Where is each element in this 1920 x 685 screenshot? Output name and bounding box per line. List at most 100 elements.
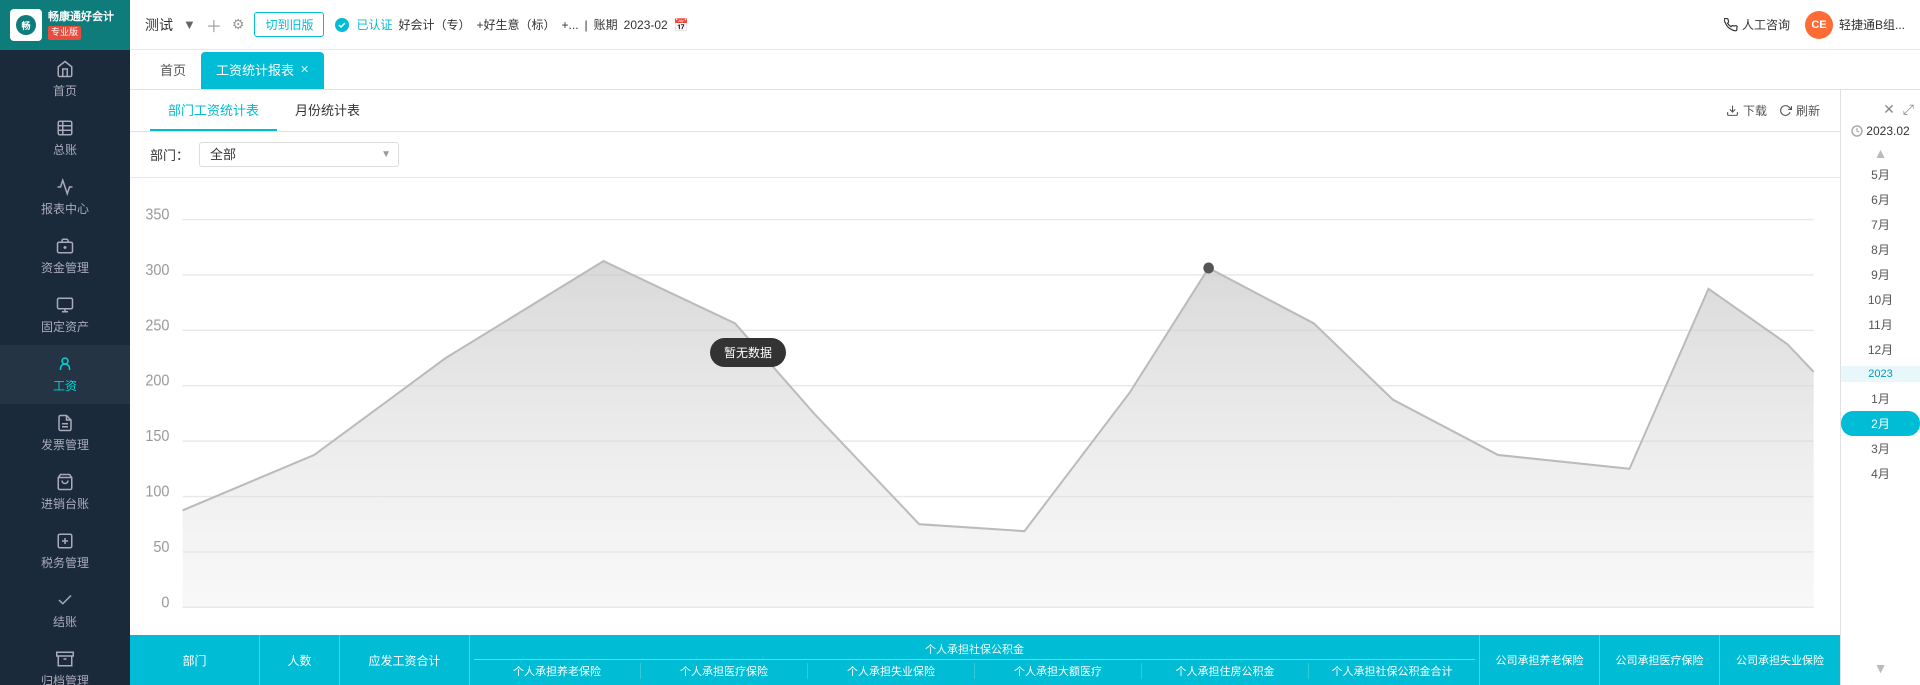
tabbar: 首页 工资统计报表 ✕: [130, 50, 1920, 90]
svg-text:350: 350: [145, 207, 169, 223]
svg-text:200: 200: [145, 373, 169, 389]
sub-tabs: 部门工资统计表 月份统计表: [150, 90, 378, 131]
funds-icon: [56, 237, 74, 255]
sub-tab-monthly[interactable]: 月份统计表: [277, 90, 378, 131]
year-nav-up-btn[interactable]: ▲: [1841, 144, 1920, 162]
topbar-right: 人工咨询 CE 轻捷通B组...: [1724, 11, 1905, 39]
month-item-mar-2023[interactable]: 3月: [1841, 436, 1920, 461]
th-personal-group-label: 个人承担社保公积金: [474, 641, 1475, 660]
dept-filter-label: 部门：: [150, 145, 189, 164]
sidebar-item-home[interactable]: 首页: [0, 50, 130, 109]
svg-text:畅: 畅: [21, 20, 30, 31]
help-btn[interactable]: 人工咨询: [1724, 16, 1790, 33]
dept-select-wrap: 全部 研发部 销售部 财务部 行政部: [199, 142, 399, 167]
sidebar-item-ledger[interactable]: 总账: [0, 109, 130, 168]
year-nav-down-btn[interactable]: ▼: [1841, 659, 1920, 677]
sidebar-item-tax[interactable]: 税务管理: [0, 522, 130, 581]
month-item-may-2022[interactable]: 5月: [1841, 162, 1920, 187]
year-2023-section[interactable]: 2023: [1841, 366, 1920, 382]
sidebar-item-salary[interactable]: 工资: [0, 345, 130, 404]
th-personal-col-4: 个人承担住房公积金: [1142, 663, 1309, 679]
refresh-icon: [1779, 104, 1792, 117]
sidebar-item-archive[interactable]: 归档管理: [0, 640, 130, 685]
sidebar-item-purchase[interactable]: 进销台账: [0, 463, 130, 522]
month-item-feb-2023[interactable]: 2月: [1841, 411, 1920, 436]
sub-tabbar: 部门工资统计表 月份统计表 下载 刷新: [130, 90, 1840, 132]
month-item-dec-2022[interactable]: 12月: [1841, 337, 1920, 362]
content-main: 部门工资统计表 月份统计表 下载 刷新 部门：: [130, 90, 1840, 685]
logo-badge: 专业版: [48, 24, 114, 40]
month-item-nov-2022[interactable]: 11月: [1841, 312, 1920, 337]
ledger-icon: [56, 119, 74, 137]
month-item-oct-2022[interactable]: 10月: [1841, 287, 1920, 312]
th-company-col-0: 公司承担养老保险: [1480, 635, 1600, 685]
th-dept: 部门: [130, 635, 260, 685]
month-item-jan-2023[interactable]: 1月: [1841, 386, 1920, 411]
sidebar-item-funds[interactable]: 资金管理: [0, 227, 130, 286]
home-icon: [56, 60, 74, 78]
invoice-icon: [56, 414, 74, 432]
tab-close-icon[interactable]: ✕: [300, 63, 309, 76]
month-item-aug-2022[interactable]: 8月: [1841, 237, 1920, 262]
project-title: 测试: [145, 15, 173, 35]
month-item-apr-2023[interactable]: 4月: [1841, 461, 1920, 486]
month-item-sep-2022[interactable]: 9月: [1841, 262, 1920, 287]
close-accounts-icon: [56, 591, 74, 609]
content-with-panel: 部门工资统计表 月份统计表 下载 刷新 部门：: [130, 90, 1920, 685]
reports-icon: [56, 178, 74, 196]
current-date-display: 2023.02: [1851, 124, 1909, 138]
assets-icon: [56, 296, 74, 314]
th-headcount: 人数: [260, 635, 340, 685]
expand-panel-btn[interactable]: ⤢: [1903, 102, 1914, 116]
sub-tab-dept[interactable]: 部门工资统计表: [150, 90, 277, 131]
th-personal-col-2: 个人承担失业保险: [808, 663, 975, 679]
sidebar: 畅 畅康通好会计 专业版 首页 总账 报表中心 资金管理: [0, 0, 130, 685]
certified-icon: [334, 17, 350, 33]
sidebar-item-assets[interactable]: 固定资产: [0, 286, 130, 345]
add-icon[interactable]: ＋: [206, 13, 222, 37]
salary-chart: 0 50 100 150 200 250 300 350: [130, 178, 1840, 635]
logo-icon: 畅: [10, 9, 42, 41]
refresh-btn[interactable]: 刷新: [1779, 102, 1820, 119]
sidebar-item-close-accounts[interactable]: 结账: [0, 581, 130, 640]
download-btn[interactable]: 下载: [1726, 102, 1767, 119]
switch-to-old-btn[interactable]: 切到旧版: [254, 12, 324, 37]
topbar-status: 已认证 好会计（专） +好生意（标） +... | 账期 2023-02 📅: [334, 16, 688, 33]
topbar: 测试 ▼ ＋ ⚙ 切到旧版 已认证 好会计（专） +好生意（标） +... | …: [130, 0, 1920, 50]
small-icon: [1851, 125, 1863, 137]
month-item-jun-2022[interactable]: 6月: [1841, 187, 1920, 212]
sub-tab-actions: 下载 刷新: [1726, 102, 1820, 119]
sidebar-item-reports[interactable]: 报表中心: [0, 168, 130, 227]
th-personal-col-3: 个人承担大额医疗: [975, 663, 1142, 679]
th-personal-group: 个人承担社保公积金 个人承担养老保险 个人承担医疗保险 个人承担失业保险 个人承…: [470, 635, 1480, 685]
tax-icon: [56, 532, 74, 550]
tab-salary-report[interactable]: 工资统计报表 ✕: [201, 52, 324, 89]
salary-icon: [56, 355, 74, 373]
svg-text:150: 150: [145, 429, 169, 445]
user-menu[interactable]: CE 轻捷通B组...: [1805, 11, 1905, 39]
right-panel: ✕ ⤢ 2023.02 ▲ 5月 6月 7月 8月 9月 10月 11月 12月…: [1840, 90, 1920, 685]
dept-select[interactable]: 全部 研发部 销售部 财务部 行政部: [199, 142, 399, 167]
tab-home[interactable]: 首页: [145, 52, 201, 89]
th-company-col-1: 公司承担医疗保险: [1600, 635, 1720, 685]
th-personal-col-0: 个人承担养老保险: [474, 663, 641, 679]
svg-text:0: 0: [161, 595, 169, 611]
th-personal-col-5: 个人承担社保公积金合计: [1309, 663, 1475, 679]
panel-controls: ✕ ⤢: [1841, 98, 1920, 124]
phone-icon: [1724, 18, 1738, 32]
th-company-col-2: 公司承担失业保险: [1720, 635, 1840, 685]
svg-text:50: 50: [153, 540, 169, 556]
archive-icon: [56, 650, 74, 668]
svg-text:100: 100: [145, 484, 169, 500]
main-area: 测试 ▼ ＋ ⚙ 切到旧版 已认证 好会计（专） +好生意（标） +... | …: [130, 0, 1920, 685]
th-personal-cols: 个人承担养老保险 个人承担医疗保险 个人承担失业保险 个人承担大额医疗 个人承担…: [474, 663, 1475, 679]
calendar-icon[interactable]: 📅: [674, 18, 689, 32]
settings-gear-icon[interactable]: ⚙: [232, 16, 245, 33]
sidebar-nav: 首页 总账 报表中心 资金管理 固定资产 工资 发票管理: [0, 50, 130, 685]
th-personal-col-1: 个人承担医疗保险: [641, 663, 808, 679]
month-item-jul-2022[interactable]: 7月: [1841, 212, 1920, 237]
svg-text:300: 300: [145, 263, 169, 279]
project-dropdown[interactable]: ▼: [183, 17, 196, 32]
sidebar-item-invoice[interactable]: 发票管理: [0, 404, 130, 463]
close-panel-btn[interactable]: ✕: [1883, 102, 1895, 116]
